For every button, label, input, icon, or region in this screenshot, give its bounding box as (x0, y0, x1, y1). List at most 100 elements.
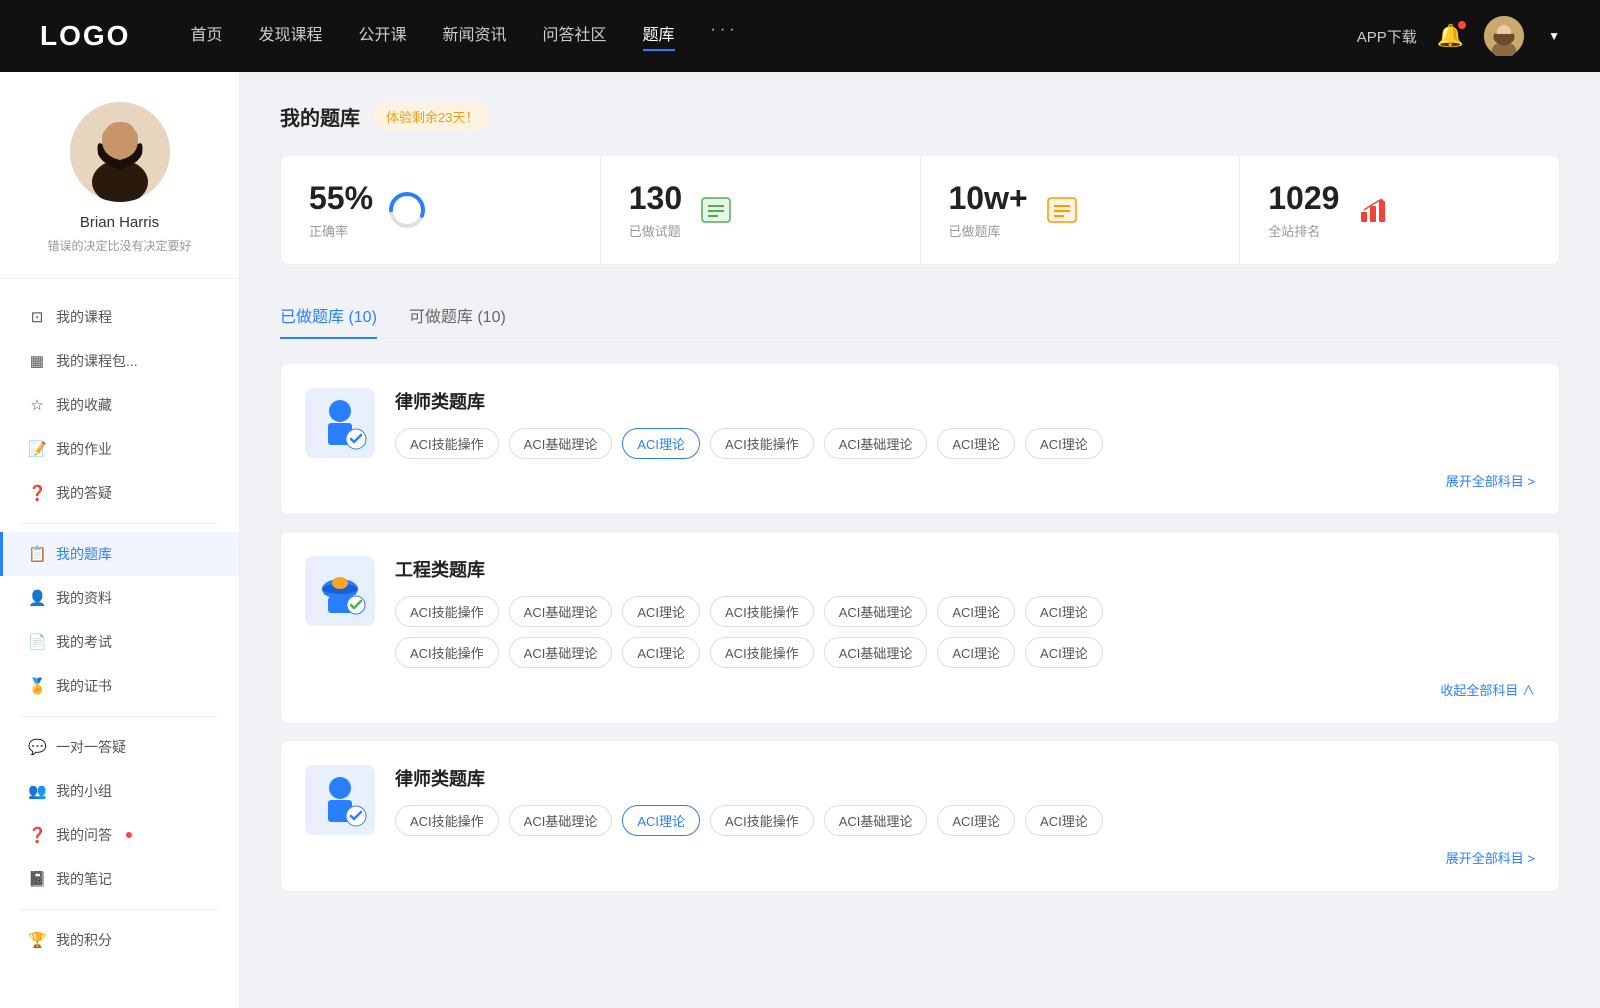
sidebar-label-favorites: 我的收藏 (56, 395, 112, 415)
user-menu-chevron[interactable]: ▼ (1548, 29, 1560, 43)
bank-card-3: 律师类题库 ACI技能操作 ACI基础理论 ACI理论 ACI技能操作 ACI基… (280, 740, 1560, 892)
bank-tag[interactable]: ACI理论 (1025, 596, 1103, 627)
sidebar-item-homework[interactable]: 📝 我的作业 (0, 427, 239, 471)
bank-card-3-icon (305, 765, 375, 835)
tabs: 已做题库 (10) 可做题库 (10) (280, 293, 1560, 339)
bank-card-1-expand[interactable]: 展开全部科目 > (395, 471, 1535, 490)
bank-card-1-icon (305, 388, 375, 458)
sidebar-item-profile[interactable]: 👤 我的资料 (0, 576, 239, 620)
bank-tag[interactable]: ACI基础理论 (824, 428, 928, 459)
bank-tag[interactable]: ACI理论 (1025, 637, 1103, 668)
bank-card-3-expand[interactable]: 展开全部科目 > (395, 848, 1535, 867)
page-layout: Brian Harris 错误的决定比没有决定要好 ⊡ 我的课程 ▦ 我的课程包… (0, 72, 1600, 1008)
bank-tag-active[interactable]: ACI理论 (622, 805, 700, 836)
sidebar-label-group: 我的小组 (56, 781, 112, 801)
sidebar-item-tutoring[interactable]: 💬 一对一答疑 (0, 725, 239, 769)
sidebar-item-cert[interactable]: 🏅 我的证书 (0, 664, 239, 708)
stat-done-banks-icon (1042, 190, 1082, 230)
bank-card-2-tags-row1: ACI技能操作 ACI基础理论 ACI理论 ACI技能操作 ACI基础理论 AC… (395, 596, 1535, 627)
bank-card-2: 工程类题库 ACI技能操作 ACI基础理论 ACI理论 ACI技能操作 ACI基… (280, 531, 1560, 724)
courses-icon: ⊡ (28, 308, 46, 326)
user-avatar[interactable] (1484, 16, 1524, 56)
bank-card-2-icon (305, 556, 375, 626)
bank-tag[interactable]: ACI理论 (1025, 428, 1103, 459)
stat-done-questions-text: 130 已做试题 (629, 180, 682, 240)
stat-rank-text: 1029 全站排名 (1268, 180, 1339, 240)
sidebar-label-profile: 我的资料 (56, 588, 112, 608)
bank-tag[interactable]: ACI理论 (622, 596, 700, 627)
stat-done-questions-number: 130 (629, 180, 682, 217)
tab-done-banks[interactable]: 已做题库 (10) (280, 293, 377, 339)
bank-tag[interactable]: ACI技能操作 (395, 596, 499, 627)
sidebar-item-exam[interactable]: 📄 我的考试 (0, 620, 239, 664)
bank-card-2-shrink[interactable]: 收起全部科目 ∧ (395, 680, 1535, 699)
sidebar-item-points[interactable]: 🏆 我的积分 (0, 918, 239, 962)
bank-tag[interactable]: ACI基础理论 (509, 596, 613, 627)
my-qa-icon: ❓ (28, 826, 46, 844)
sidebar-label-tutoring: 一对一答疑 (56, 737, 126, 757)
bank-tag[interactable]: ACI技能操作 (710, 596, 814, 627)
sidebar-item-notes[interactable]: 📓 我的笔记 (0, 857, 239, 901)
bank-tag[interactable]: ACI理论 (937, 596, 1015, 627)
bank-card-1: 律师类题库 ACI技能操作 ACI基础理论 ACI理论 ACI技能操作 ACI基… (280, 363, 1560, 515)
sidebar-menu: ⊡ 我的课程 ▦ 我的课程包... ☆ 我的收藏 📝 我的作业 ❓ 我的答疑 📋 (0, 279, 239, 978)
stat-done-questions-label: 已做试题 (629, 221, 682, 240)
bank-tag[interactable]: ACI理论 (622, 637, 700, 668)
bank-tag[interactable]: ACI基础理论 (824, 805, 928, 836)
group-icon: 👥 (28, 782, 46, 800)
bank-tag[interactable]: ACI基础理论 (824, 596, 928, 627)
bank-tag[interactable]: ACI基础理论 (824, 637, 928, 668)
bank-tag[interactable]: ACI理论 (937, 428, 1015, 459)
stat-done-banks-text: 10w+ 已做题库 (949, 180, 1028, 240)
sidebar-label-notes: 我的笔记 (56, 869, 112, 889)
bank-tag[interactable]: ACI技能操作 (395, 805, 499, 836)
nav-link-home[interactable]: 首页 (190, 21, 222, 51)
bank-tag[interactable]: ACI技能操作 (395, 637, 499, 668)
divider-1 (20, 523, 219, 524)
bank-tag-active[interactable]: ACI理论 (622, 428, 700, 459)
stat-rank-number: 1029 (1268, 180, 1339, 217)
bank-tag[interactable]: ACI理论 (937, 805, 1015, 836)
bank-card-2-name: 工程类题库 (395, 556, 1535, 582)
nav-right: APP下载 🔔 ▼ (1357, 16, 1560, 56)
sidebar-label-cert: 我的证书 (56, 676, 112, 696)
bank-tag[interactable]: ACI技能操作 (710, 805, 814, 836)
sidebar-item-favorites[interactable]: ☆ 我的收藏 (0, 383, 239, 427)
bank-tag[interactable]: ACI技能操作 (395, 428, 499, 459)
sidebar-item-group[interactable]: 👥 我的小组 (0, 769, 239, 813)
lawyer-icon-2 (310, 770, 370, 830)
bank-tag[interactable]: ACI理论 (937, 637, 1015, 668)
exam-icon: 📄 (28, 633, 46, 651)
bank-tag[interactable]: ACI基础理论 (509, 637, 613, 668)
bank-icon: 📋 (28, 545, 46, 563)
sidebar-item-bank[interactable]: 📋 我的题库 (0, 532, 239, 576)
nav-link-opencourse[interactable]: 公开课 (358, 21, 406, 51)
notes-icon: 📓 (28, 870, 46, 888)
bank-tag[interactable]: ACI技能操作 (710, 637, 814, 668)
bank-card-1-tags: ACI技能操作 ACI基础理论 ACI理论 ACI技能操作 ACI基础理论 AC… (395, 428, 1535, 459)
cert-icon: 🏅 (28, 677, 46, 695)
sidebar-item-questions[interactable]: ❓ 我的答疑 (0, 471, 239, 515)
sidebar-item-courses[interactable]: ⊡ 我的课程 (0, 295, 239, 339)
bank-card-3-header: 律师类题库 ACI技能操作 ACI基础理论 ACI理论 ACI技能操作 ACI基… (305, 765, 1535, 867)
tab-todo-banks[interactable]: 可做题库 (10) (409, 293, 506, 339)
nav-link-more[interactable]: ··· (711, 21, 739, 51)
bank-tag[interactable]: ACI基础理论 (509, 805, 613, 836)
bank-card-1-name: 律师类题库 (395, 388, 1535, 414)
profile-section: Brian Harris 错误的决定比没有决定要好 (0, 102, 239, 279)
notification-bell[interactable]: 🔔 (1437, 23, 1464, 49)
bank-tag[interactable]: ACI基础理论 (509, 428, 613, 459)
nav-links: 首页 发现课程 公开课 新闻资讯 问答社区 题库 ··· (190, 21, 1356, 51)
nav-link-bank[interactable]: 题库 (643, 21, 675, 51)
bank-card-3-content: 律师类题库 ACI技能操作 ACI基础理论 ACI理论 ACI技能操作 ACI基… (395, 765, 1535, 867)
nav-link-news[interactable]: 新闻资讯 (443, 21, 507, 51)
sidebar-item-course-pkg[interactable]: ▦ 我的课程包... (0, 339, 239, 383)
bank-tag[interactable]: ACI理论 (1025, 805, 1103, 836)
nav-link-discover[interactable]: 发现课程 (258, 21, 322, 51)
stat-rank: 1029 全站排名 (1240, 156, 1559, 264)
bank-card-1-content: 律师类题库 ACI技能操作 ACI基础理论 ACI理论 ACI技能操作 ACI基… (395, 388, 1535, 490)
nav-link-qa[interactable]: 问答社区 (543, 21, 607, 51)
sidebar-item-my-qa[interactable]: ❓ 我的问答 (0, 813, 239, 857)
app-download-link[interactable]: APP下载 (1357, 26, 1417, 47)
bank-tag[interactable]: ACI技能操作 (710, 428, 814, 459)
